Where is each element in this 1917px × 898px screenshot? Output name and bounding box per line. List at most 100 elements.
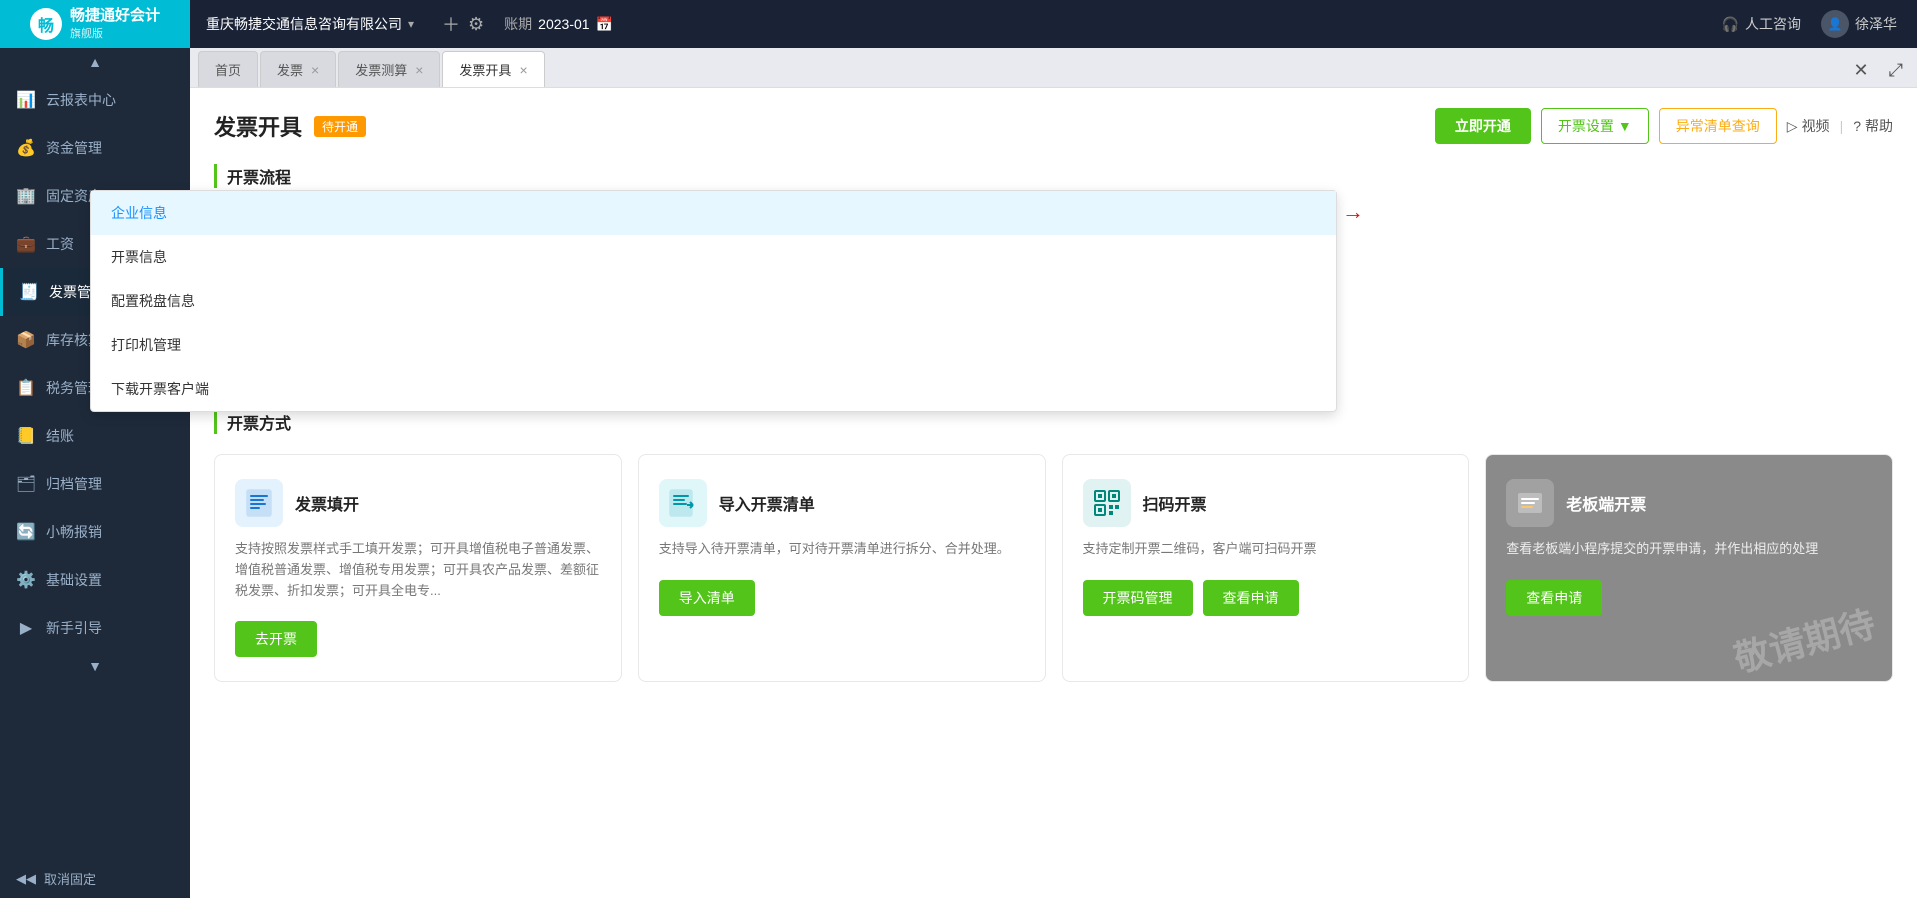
scan-card-header: 扫码开票 [1083, 479, 1449, 527]
fill-invoice-icon [235, 479, 283, 527]
dropdown-item-company-info[interactable]: 企业信息 → [190, 191, 1336, 235]
scan-view-apply-btn[interactable]: 查看申请 [1203, 580, 1299, 616]
dropdown-item-printer[interactable]: 打印机管理 [190, 323, 1336, 367]
methods-section-title: 开票方式 [214, 410, 1893, 434]
dropdown-item-tax-disk[interactable]: 配置税盘信息 [190, 279, 1336, 323]
sidebar: ▲ 📊 云报表中心 💰 资金管理 🏢 固定资产 💼 工资 🧾 发票管理 📦 库存… [0, 48, 190, 898]
status-badge: 待开通 [314, 116, 366, 137]
tab-bar: 首页 发票 × 发票测算 × 发票开具 × ✕ ⤢ [190, 48, 1917, 88]
unpin-icon: ◀◀ [16, 871, 36, 887]
fill-card-footer: 去开票 [235, 621, 601, 657]
activate-button[interactable]: 立即开通 [1435, 108, 1531, 144]
settings-icon[interactable]: ⚙ [468, 14, 484, 35]
import-invoice-btn[interactable]: 导入清单 [659, 580, 755, 616]
logo-area: 畅 畅捷通好会计 旗舰版 [0, 0, 190, 48]
boss-view-apply-btn[interactable]: 查看申请 [1506, 580, 1602, 616]
dropdown-item-download-client[interactable]: 下载开票客户端 [190, 367, 1336, 411]
tab-close-btn[interactable]: ✕ [1848, 58, 1875, 83]
sidebar-label-guide: 新手引导 [46, 618, 102, 638]
payroll-icon: 💼 [16, 234, 36, 254]
user-name: 徐泽华 [1855, 14, 1897, 34]
add-icon[interactable]: ＋ [442, 11, 460, 37]
sidebar-scroll-down[interactable]: ▼ [0, 652, 190, 680]
fill-card-header: 发票填开 [235, 479, 601, 527]
sidebar-cancel-fixed[interactable]: ◀◀ 取消固定 [0, 859, 190, 898]
logo-text-area: 畅捷通好会计 旗舰版 [70, 7, 160, 41]
scan-code-manage-btn[interactable]: 开票码管理 [1083, 580, 1193, 616]
scan-invoice-icon [1083, 479, 1131, 527]
calendar-icon[interactable]: 📅 [596, 16, 613, 33]
tax-icon: 📋 [16, 378, 36, 398]
red-arrow-icon: → [1342, 199, 1364, 225]
help-label: 帮助 [1865, 116, 1893, 136]
company-name: 重庆畅捷交通信息咨询有限公司 [206, 14, 402, 34]
content-area: 首页 发票 × 发票测算 × 发票开具 × ✕ ⤢ [190, 48, 1917, 898]
sidebar-label-settings: 基础设置 [46, 570, 102, 590]
unpin-label: 取消固定 [44, 869, 96, 888]
sidebar-item-fund[interactable]: 💰 资金管理 [0, 124, 190, 172]
import-card-header: 导入开票清单 [659, 479, 1025, 527]
import-card-title: 导入开票清单 [719, 491, 815, 515]
sidebar-label-accounts: 结账 [46, 426, 74, 446]
tab-invoice-open[interactable]: 发票开具 × [442, 51, 544, 87]
page-title: 发票开具 [214, 110, 302, 142]
settings-button[interactable]: 开票设置 ▼ [1541, 108, 1649, 144]
user-avatar: 👤 [1821, 10, 1849, 38]
top-actions: ＋ ⚙ [430, 11, 496, 37]
scan-card-title: 扫码开票 [1143, 491, 1207, 515]
top-bar: 畅 畅捷通好会计 旗舰版 重庆畅捷交通信息咨询有限公司 ▾ ＋ ⚙ 账期 202… [0, 0, 1917, 48]
dropdown-item-invoice-info[interactable]: 开票信息 [190, 235, 1336, 279]
period-value: 2023-01 [538, 16, 589, 32]
settings-dropdown-menu: 企业信息 → 开票信息 配置税盘信息 打印机管理 下载开票客户端 [190, 190, 1337, 412]
sidebar-scroll-up[interactable]: ▲ [0, 48, 190, 76]
logo-title: 畅捷通好会计 [70, 7, 160, 25]
tab-invoice[interactable]: 发票 × [260, 51, 336, 87]
process-section-title: 开票流程 [214, 164, 1893, 188]
tab-invoice-close[interactable]: × [311, 63, 319, 77]
method-card-fill: 发票填开 支持按照发票样式手工填开发票；可开具增值税电子普通发票、增值税普通发票… [214, 454, 622, 682]
tab-bar-actions: ✕ ⤢ [1848, 58, 1910, 87]
sidebar-label-report: 小畅报销 [46, 522, 102, 542]
help-button[interactable]: ? 帮助 [1853, 116, 1893, 136]
methods-section: 开票方式 发票填开 支持按照发票样式手工填开发票；可开具增值税电子普通发票、增值… [214, 410, 1893, 682]
tab-invoice-calc-close[interactable]: × [415, 63, 423, 77]
exception-query-button[interactable]: 异常清单查询 [1659, 108, 1777, 144]
page-content: 发票开具 待开通 立即开通 开票设置 ▼ 异常清单查询 ▷ 视频 [190, 88, 1917, 898]
main-layout: ▲ 📊 云报表中心 💰 资金管理 🏢 固定资产 💼 工资 🧾 发票管理 📦 库存… [0, 48, 1917, 898]
tab-invoice-calc[interactable]: 发票测算 × [338, 51, 440, 87]
tab-invoice-open-close[interactable]: × [519, 63, 527, 77]
page-header: 发票开具 待开通 立即开通 开票设置 ▼ 异常清单查询 ▷ 视频 [214, 108, 1893, 144]
ai-consult-label: 人工咨询 [1745, 14, 1801, 34]
company-selector[interactable]: 重庆畅捷交通信息咨询有限公司 ▾ [190, 0, 430, 48]
scan-card-desc: 支持定制开票二维码，客户端可扫码开票 [1083, 539, 1449, 560]
settings-btn-label: 开票设置 [1558, 116, 1614, 136]
page-title-area: 发票开具 待开通 [214, 110, 366, 142]
fund-icon: 💰 [16, 138, 36, 158]
sidebar-label-payroll: 工资 [46, 234, 74, 254]
sidebar-item-guide[interactable]: ▶ 新手引导 [0, 604, 190, 652]
settings-btn-wrapper: 开票设置 ▼ [1541, 108, 1649, 144]
fill-invoice-btn[interactable]: 去开票 [235, 621, 317, 657]
sidebar-label-archive: 归档管理 [46, 474, 102, 494]
user-area[interactable]: 👤 徐泽华 [1821, 10, 1897, 38]
video-button[interactable]: ▷ 视频 [1787, 116, 1830, 136]
sidebar-item-settings[interactable]: ⚙️ 基础设置 [0, 556, 190, 604]
ai-consult-btn[interactable]: 🎧 人工咨询 [1722, 14, 1801, 34]
dropdown-arrow-wrapper: 企业信息 → [190, 191, 1336, 235]
sidebar-label-cloud-report: 云报表中心 [46, 90, 116, 110]
tab-invoice-calc-label: 发票测算 [355, 60, 407, 79]
report-icon: 🔄 [16, 522, 36, 542]
scan-card-footer: 开票码管理 查看申请 [1083, 580, 1449, 616]
headset-icon: 🎧 [1722, 16, 1739, 33]
sidebar-item-accounts[interactable]: 📒 结账 [0, 412, 190, 460]
tab-fullscreen-btn[interactable]: ⤢ [1883, 58, 1909, 83]
tab-home[interactable]: 首页 [198, 51, 258, 87]
sidebar-item-archive[interactable]: 🗂 归档管理 [0, 460, 190, 508]
inventory-icon: 📦 [16, 330, 36, 350]
boss-invoice-icon [1506, 479, 1554, 527]
fill-card-title: 发票填开 [295, 491, 359, 515]
sidebar-item-report[interactable]: 🔄 小畅报销 [0, 508, 190, 556]
video-label: 视频 [1802, 116, 1830, 136]
sidebar-item-cloud-report[interactable]: 📊 云报表中心 [0, 76, 190, 124]
play-icon: ▷ [1787, 118, 1798, 135]
